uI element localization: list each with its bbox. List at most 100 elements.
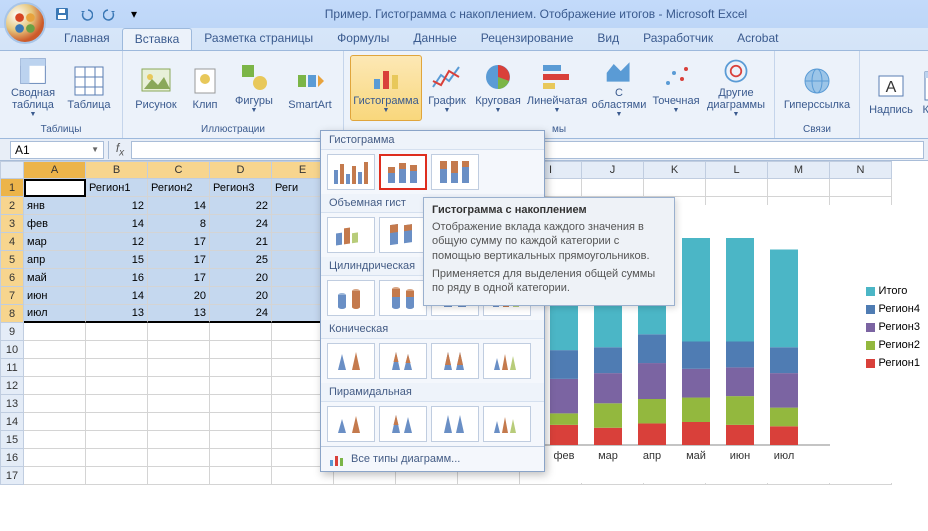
cell[interactable]: апр — [24, 251, 86, 269]
col-header[interactable]: A — [24, 161, 86, 179]
tab-home[interactable]: Главная — [52, 28, 122, 50]
cell[interactable] — [24, 179, 86, 197]
cell[interactable]: 22 — [210, 197, 272, 215]
cyl-clustered[interactable] — [327, 280, 375, 316]
cell[interactable] — [210, 449, 272, 467]
cell[interactable] — [210, 323, 272, 341]
col-header[interactable]: M — [768, 161, 830, 179]
cell[interactable] — [148, 341, 210, 359]
name-box[interactable]: A1▼ — [10, 141, 104, 159]
tab-review[interactable]: Рецензирование — [469, 28, 586, 50]
row-header[interactable]: 7 — [0, 287, 24, 305]
tab-formulas[interactable]: Формулы — [325, 28, 401, 50]
cell[interactable] — [24, 395, 86, 413]
row-header[interactable]: 5 — [0, 251, 24, 269]
cell[interactable] — [148, 377, 210, 395]
cell[interactable] — [24, 359, 86, 377]
cell[interactable] — [148, 431, 210, 449]
pie-chart-button[interactable]: Круговая▼ — [472, 55, 524, 121]
cyl-stacked[interactable] — [379, 280, 427, 316]
pyr-clustered[interactable] — [327, 406, 375, 442]
cell[interactable] — [210, 431, 272, 449]
cell[interactable]: мар — [24, 233, 86, 251]
col-header[interactable]: J — [582, 161, 644, 179]
table-button[interactable]: Таблица — [62, 55, 116, 121]
cell[interactable]: фев — [24, 215, 86, 233]
col-header[interactable]: L — [706, 161, 768, 179]
cell[interactable]: 24 — [210, 215, 272, 233]
cell[interactable]: 15 — [86, 251, 148, 269]
cell[interactable]: 17 — [148, 269, 210, 287]
textbox-button[interactable]: AНадпись — [866, 61, 916, 127]
other-charts-button[interactable]: Другие диаграммы▼ — [704, 55, 768, 121]
cell[interactable] — [148, 323, 210, 341]
tab-developer[interactable]: Разработчик — [631, 28, 725, 50]
cell[interactable] — [86, 359, 148, 377]
cell[interactable] — [148, 467, 210, 485]
row-header[interactable]: 6 — [0, 269, 24, 287]
cell[interactable] — [86, 449, 148, 467]
row-header[interactable]: 17 — [0, 467, 24, 485]
fx-button[interactable]: fx — [109, 141, 131, 158]
clip-button[interactable]: Клип — [185, 55, 225, 121]
cell[interactable] — [148, 413, 210, 431]
clustered-column[interactable] — [327, 154, 375, 190]
row-header[interactable]: 2 — [0, 197, 24, 215]
cell[interactable] — [210, 413, 272, 431]
col-header[interactable]: B — [86, 161, 148, 179]
cell[interactable] — [86, 467, 148, 485]
cell[interactable] — [24, 431, 86, 449]
cell[interactable]: 17 — [148, 251, 210, 269]
scatter-chart-button[interactable]: Точечная▼ — [650, 55, 702, 121]
cell[interactable] — [148, 449, 210, 467]
cell[interactable] — [86, 323, 148, 341]
cell[interactable] — [24, 377, 86, 395]
cell[interactable] — [24, 341, 86, 359]
col-header[interactable]: N — [830, 161, 892, 179]
qat-customize[interactable]: ▾ — [124, 4, 144, 24]
row-header[interactable]: 16 — [0, 449, 24, 467]
cell[interactable] — [210, 467, 272, 485]
3d-clustered[interactable] — [327, 217, 375, 253]
picture-button[interactable]: Рисунок — [129, 55, 183, 121]
100-stacked-column[interactable] — [431, 154, 479, 190]
cell[interactable] — [830, 179, 892, 197]
cell[interactable]: 13 — [86, 305, 148, 323]
pyr-3d[interactable] — [483, 406, 531, 442]
cell[interactable]: 21 — [210, 233, 272, 251]
save-button[interactable] — [52, 4, 72, 24]
cone-100[interactable] — [431, 343, 479, 379]
cell[interactable]: Регион1 — [86, 179, 148, 197]
cell[interactable] — [86, 413, 148, 431]
cell[interactable] — [148, 359, 210, 377]
cell[interactable] — [86, 377, 148, 395]
header-footer-button[interactable]: Коло — [918, 61, 928, 127]
row-header[interactable]: 12 — [0, 377, 24, 395]
cone-stacked[interactable] — [379, 343, 427, 379]
cell[interactable] — [86, 431, 148, 449]
cell[interactable] — [86, 395, 148, 413]
cell[interactable]: 14 — [86, 215, 148, 233]
hyperlink-button[interactable]: Гиперссылка — [781, 55, 853, 121]
row-header[interactable]: 8 — [0, 305, 24, 323]
shapes-button[interactable]: Фигуры▼ — [227, 55, 281, 121]
3d-stacked[interactable] — [379, 217, 427, 253]
cone-3d[interactable] — [483, 343, 531, 379]
line-chart-button[interactable]: График▼ — [424, 55, 470, 121]
cell[interactable] — [24, 449, 86, 467]
cell[interactable] — [210, 359, 272, 377]
tab-view[interactable]: Вид — [585, 28, 631, 50]
cell[interactable]: 17 — [148, 233, 210, 251]
stacked-column[interactable] — [379, 154, 427, 190]
select-all-corner[interactable] — [0, 161, 24, 179]
cell[interactable] — [582, 179, 644, 197]
cell[interactable]: 12 — [86, 233, 148, 251]
row-header[interactable]: 3 — [0, 215, 24, 233]
cell[interactable]: Регион3 — [210, 179, 272, 197]
cell[interactable]: 20 — [148, 287, 210, 305]
col-header[interactable]: D — [210, 161, 272, 179]
tab-data[interactable]: Данные — [401, 28, 468, 50]
cell[interactable]: 16 — [86, 269, 148, 287]
cell[interactable] — [210, 341, 272, 359]
row-header[interactable]: 9 — [0, 323, 24, 341]
